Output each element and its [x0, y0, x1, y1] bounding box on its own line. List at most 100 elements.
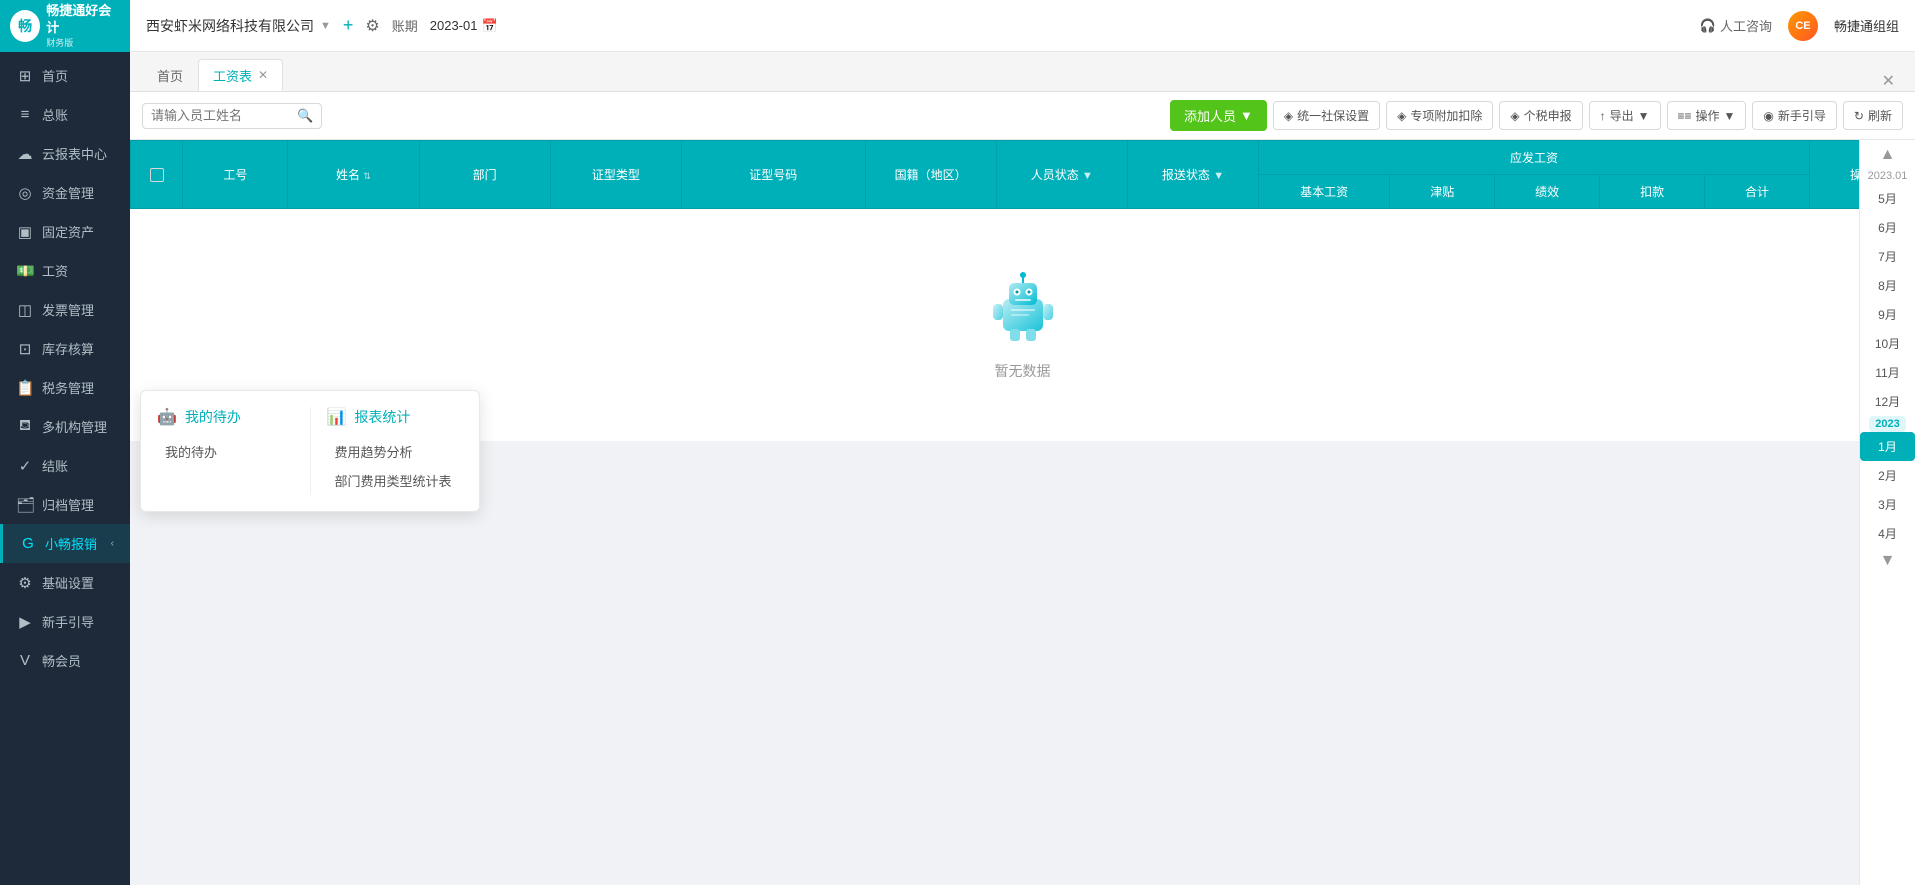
- th-status[interactable]: 人员状态 ▼: [996, 141, 1127, 209]
- table-area: 工号 姓名 ⇅ 部门 证型类型 证型号码 国籍（地区） 人员状态 ▼: [130, 140, 1915, 885]
- sidebar-item-ledger[interactable]: ≡ 总账: [0, 95, 130, 134]
- app-logo: 畅 畅捷通好会计 财务版: [0, 0, 130, 52]
- month-4[interactable]: 4月: [1860, 519, 1915, 548]
- membership-icon: V: [16, 652, 34, 669]
- report-filter-icon[interactable]: ▼: [1213, 170, 1224, 182]
- headset-icon: 🎧: [1700, 18, 1716, 34]
- home-icon: ⊞: [16, 67, 34, 85]
- th-idtype: 证型类型: [550, 141, 681, 209]
- th-idno: 证型号码: [681, 141, 865, 209]
- sidebar-item-salary[interactable]: 💵 工资: [0, 251, 130, 290]
- new-guide-toolbar-btn[interactable]: ◉ 新手引导: [1752, 101, 1837, 130]
- export-btn[interactable]: ↑ 导出 ▼: [1589, 101, 1661, 130]
- company-selector[interactable]: 西安虾米网络科技有限公司 ▼: [146, 16, 331, 36]
- refresh-btn[interactable]: ↻ 刷新: [1843, 101, 1903, 130]
- month-panel-up[interactable]: ▲: [1876, 142, 1900, 168]
- basic-settings-icon: ⚙: [16, 574, 34, 592]
- special-deduction-btn[interactable]: ◈ 专项附加扣除: [1386, 101, 1493, 130]
- fund-icon: ◎: [16, 184, 34, 202]
- sidebar-item-fixed-asset[interactable]: ▣ 固定资产: [0, 212, 130, 251]
- export-dropdown-icon: ▼: [1638, 109, 1650, 123]
- sidebar-item-tax[interactable]: 📋 税务管理: [0, 368, 130, 407]
- month-10[interactable]: 10月: [1860, 329, 1915, 358]
- popup-section: 🤖 我的待办 我的待办 📊 报表统计 费用趋势分析 部门费用类型统计表: [157, 407, 463, 495]
- tabbar: 首页 工资表 ✕ ✕: [130, 52, 1915, 92]
- month-panel-down[interactable]: ▼: [1876, 548, 1900, 574]
- archive-icon: 🗂: [16, 496, 34, 514]
- sidebar-item-xiao-expense[interactable]: G 小畅报销 ‹: [0, 524, 130, 563]
- sidebar-item-new-guide[interactable]: ▶ 新手引导: [0, 602, 130, 641]
- month-9[interactable]: 9月: [1860, 300, 1915, 329]
- search-box: 🔍: [142, 103, 322, 129]
- month-12[interactable]: 12月: [1860, 387, 1915, 416]
- content-area: 工号 姓名 ⇅ 部门 证型类型 证型号码 国籍（地区） 人员状态 ▼: [130, 140, 1915, 885]
- salary-table: 工号 姓名 ⇅ 部门 证型类型 证型号码 国籍（地区） 人员状态 ▼: [130, 140, 1915, 209]
- sidebar-nav: ⊞ 首页 ≡ 总账 ☁ 云报表中心 ◎ 资金管理 ▣ 固定资产 💵 工资 ◫ 发…: [0, 52, 130, 885]
- popup-col-todo: 🤖 我的待办 我的待办: [157, 407, 294, 495]
- empty-icon: [983, 269, 1063, 349]
- name-sort-icon: ⇅: [363, 171, 371, 181]
- sidebar-item-basic-settings[interactable]: ⚙ 基础设置: [0, 563, 130, 602]
- logo-icon: 畅: [10, 10, 40, 42]
- month-6[interactable]: 6月: [1860, 213, 1915, 242]
- user-name[interactable]: 畅捷通组组: [1834, 16, 1899, 35]
- add-person-button[interactable]: 添加人员 ▼: [1170, 100, 1267, 131]
- th-total: 合计: [1705, 175, 1810, 209]
- tab-close-icon[interactable]: ✕: [258, 68, 268, 82]
- month-panel: ▲ 2023.01 5月 6月 7月 8月 9月 10月 11月 12月 202…: [1859, 140, 1915, 885]
- topbar-right: 🎧 人工咨询 CE 畅捷通组组: [1700, 11, 1899, 41]
- tax-filing-icon: ◈: [1510, 109, 1519, 123]
- empty-text: 暂无数据: [995, 361, 1051, 381]
- topbar-settings-icon[interactable]: ⚙: [365, 16, 379, 36]
- sidebar-item-fund[interactable]: ◎ 资金管理: [0, 173, 130, 212]
- th-performance: 绩效: [1495, 175, 1600, 209]
- inventory-icon: ⊡: [16, 340, 34, 358]
- month-7[interactable]: 7月: [1860, 242, 1915, 271]
- tax-filing-btn[interactable]: ◈ 个税申报: [1499, 101, 1582, 130]
- th-report[interactable]: 报送状态 ▼: [1127, 141, 1258, 209]
- sidebar-item-home[interactable]: ⊞ 首页: [0, 56, 130, 95]
- tax-icon: 📋: [16, 379, 34, 397]
- refresh-icon: ↻: [1854, 109, 1864, 123]
- customer-service-btn[interactable]: 🎧 人工咨询: [1700, 16, 1772, 35]
- month-1[interactable]: 1月: [1860, 432, 1915, 461]
- toolbar: 🔍 添加人员 ▼ ◈ 统一社保设置 ◈ 专项附加扣除 ◈ 个税申报 ↑ 导出: [130, 92, 1915, 140]
- social-insurance-btn[interactable]: ◈ 统一社保设置: [1273, 101, 1380, 130]
- xiao-expense-dropdown: 🤖 我的待办 我的待办 📊 报表统计 费用趋势分析 部门费用类型统计表: [140, 390, 480, 512]
- sidebar-item-multi-org[interactable]: ⛾ 多机构管理: [0, 407, 130, 446]
- month-11[interactable]: 11月: [1860, 358, 1915, 387]
- tab-home[interactable]: 首页: [142, 59, 198, 91]
- th-salary-group: 应发工资: [1259, 141, 1810, 175]
- xiao-expense-icon: G: [19, 535, 37, 552]
- sidebar-item-membership[interactable]: V 畅会员: [0, 641, 130, 680]
- sidebar-item-invoice[interactable]: ◫ 发票管理: [0, 290, 130, 329]
- th-dept: 部门: [419, 141, 550, 209]
- month-8[interactable]: 8月: [1860, 271, 1915, 300]
- th-checkbox[interactable]: [131, 141, 183, 209]
- tab-salary-table[interactable]: 工资表 ✕: [198, 59, 283, 91]
- tab-close-right[interactable]: ✕: [1874, 71, 1903, 91]
- sidebar-item-archive[interactable]: 🗂 归档管理: [0, 485, 130, 524]
- period-value[interactable]: 2023-01 📅: [430, 18, 498, 34]
- sidebar-item-cloud-report[interactable]: ☁ 云报表中心: [0, 134, 130, 173]
- year-2023-header: 2023: [1869, 416, 1905, 432]
- todo-icon: 🤖: [157, 407, 177, 427]
- company-dropdown-icon: ▼: [320, 20, 331, 32]
- popup-item-my-todo[interactable]: 我的待办: [157, 437, 294, 466]
- user-avatar: CE: [1788, 11, 1818, 41]
- status-filter-icon[interactable]: ▼: [1082, 170, 1093, 182]
- topbar: 西安虾米网络科技有限公司 ▼ + ⚙ 账期 2023-01 📅 🎧 人工咨询 C…: [130, 0, 1915, 52]
- search-icon[interactable]: 🔍: [297, 108, 313, 124]
- month-2[interactable]: 2月: [1860, 461, 1915, 490]
- month-3[interactable]: 3月: [1860, 490, 1915, 519]
- th-name[interactable]: 姓名 ⇅: [288, 141, 419, 209]
- popup-item-dept-expense[interactable]: 部门费用类型统计表: [327, 466, 464, 495]
- calendar-icon: 📅: [481, 18, 497, 34]
- popup-item-expense-trend[interactable]: 费用趋势分析: [327, 437, 464, 466]
- sidebar-item-inventory[interactable]: ⊡ 库存核算: [0, 329, 130, 368]
- sidebar-item-checkout[interactable]: ✓ 结账: [0, 446, 130, 485]
- month-5[interactable]: 5月: [1860, 184, 1915, 213]
- topbar-add-icon[interactable]: +: [343, 15, 354, 36]
- search-input[interactable]: [151, 108, 291, 123]
- operation-btn[interactable]: ≡≡ 操作 ▼: [1667, 101, 1747, 130]
